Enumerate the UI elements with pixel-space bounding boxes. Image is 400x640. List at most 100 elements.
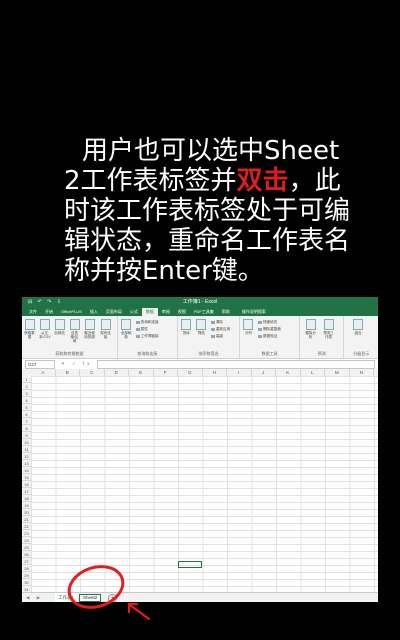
group-label: 分级显示 xyxy=(353,351,370,356)
row-header-27[interactable]: 27 xyxy=(22,558,31,565)
tab-help[interactable]: 帮助 xyxy=(218,308,234,316)
ribbon-tabs: 文件 开始 OfficePLUS 插入 页面布局 公式 数据 审阅 视图 PDF… xyxy=(22,307,378,316)
column-header-I[interactable]: I xyxy=(227,369,252,376)
row-header-29[interactable]: 29 xyxy=(22,572,31,579)
tab-view[interactable]: 视图 xyxy=(174,308,190,316)
row-header-28[interactable]: 28 xyxy=(22,565,31,572)
row-header-16[interactable]: 16 xyxy=(22,481,31,488)
row-header-17[interactable]: 17 xyxy=(22,488,31,495)
existing-connections-button[interactable]: 现有连接 xyxy=(100,319,111,339)
document-title: 工作簿1 - Excel xyxy=(182,299,218,305)
ribbon: 获取数据 从文本/CSV 自网站 自表格/区域 最近使用的源 现有连接 获取和转… xyxy=(22,316,378,359)
tab-data[interactable]: 数据 xyxy=(141,308,158,316)
formula-buttons[interactable]: ✕ ✓ fx xyxy=(61,361,93,367)
what-if-analysis-button[interactable]: 模拟分析 xyxy=(305,319,316,339)
column-header-M[interactable]: M xyxy=(325,369,350,376)
columns-icon xyxy=(243,319,254,330)
column-header-A[interactable]: A xyxy=(31,369,56,376)
workbook-links-button[interactable]: 工作簿链接 xyxy=(135,334,159,339)
column-header-G[interactable]: G xyxy=(178,369,203,376)
advanced-filter-button[interactable]: 高级 xyxy=(210,334,223,339)
name-box[interactable]: G27 xyxy=(25,359,55,369)
column-header-H[interactable]: H xyxy=(203,369,227,376)
properties-button[interactable]: 属性 xyxy=(135,327,148,332)
row-header-5[interactable]: 5 xyxy=(22,404,31,411)
tab-home[interactable]: 开始 xyxy=(41,308,57,316)
database-icon xyxy=(24,319,35,330)
group-button[interactable]: 组合 xyxy=(352,319,363,335)
selected-cell[interactable] xyxy=(178,561,202,568)
filter-button[interactable]: 筛选 xyxy=(196,319,207,335)
caption-line-2: 2工作表标签并双击，此 xyxy=(64,166,364,196)
tab-review[interactable]: 审阅 xyxy=(158,308,174,316)
group-label: 查询和连接 xyxy=(137,351,158,356)
row-header-9[interactable]: 9 xyxy=(22,432,31,439)
column-header-N[interactable]: N xyxy=(350,369,374,376)
group-outline: 组合 分级显示 xyxy=(344,316,378,358)
caption-line-5: 称并按Enter键。 xyxy=(64,256,264,286)
row-header-1[interactable]: 1 xyxy=(22,376,31,383)
group-data-tools: 分列 快速填充 删除重复值 数据验证 数据工具 xyxy=(240,316,301,358)
column-header-C[interactable]: C xyxy=(80,369,105,376)
forecast-sheet-button[interactable]: 预测工作表 xyxy=(323,319,334,339)
row-header-30[interactable]: 30 xyxy=(22,579,31,586)
cell-area[interactable] xyxy=(31,376,378,592)
row-header-7[interactable]: 7 xyxy=(22,418,31,425)
group-queries-connections: 全部刷新 查询和连接 属性 工作簿链接 查询和连接 xyxy=(118,316,178,358)
column-header-E[interactable]: E xyxy=(129,369,154,376)
row-header-13[interactable]: 13 xyxy=(22,460,31,467)
column-header-F[interactable]: F xyxy=(154,369,178,376)
sort-button[interactable]: 排序 xyxy=(181,319,192,335)
tab-insert[interactable]: 插入 xyxy=(86,308,102,316)
refresh-all-button[interactable]: 全部刷新 xyxy=(121,319,132,339)
row-header-26[interactable]: 26 xyxy=(22,551,31,558)
worksheet-grid[interactable]: ABCDEFGHIJKLMN 1 2 3 4 5 6 7 8 9 10 11 12 13 14 15 16 17… xyxy=(22,369,378,592)
row-header-25[interactable]: 25 xyxy=(22,544,31,551)
row-header-3[interactable]: 3 xyxy=(22,390,31,397)
row-header-2[interactable]: 2 xyxy=(22,383,31,390)
flash-fill-button[interactable]: 快速填充 xyxy=(257,320,277,325)
tab-page-layout[interactable]: 页面布局 xyxy=(102,308,126,316)
text-to-columns-button[interactable]: 分列 xyxy=(243,319,254,335)
column-header-K[interactable]: K xyxy=(276,369,301,376)
tab-file[interactable]: 文件 xyxy=(25,308,41,316)
row-header-11[interactable]: 11 xyxy=(22,446,31,453)
sheet-nav-buttons[interactable]: ◀ ▶ xyxy=(26,595,43,601)
row-header-20[interactable]: 20 xyxy=(22,509,31,516)
from-table-button[interactable]: 自表格/区域 xyxy=(69,319,80,343)
row-header-12[interactable]: 12 xyxy=(22,453,31,460)
formula-input[interactable] xyxy=(96,359,375,369)
tab-officeplus[interactable]: OfficePLUS xyxy=(57,308,86,316)
row-header-23[interactable]: 23 xyxy=(22,530,31,537)
what-if-icon xyxy=(305,319,316,330)
tell-me-search[interactable]: 操作说明搜索 xyxy=(238,308,270,316)
row-header-8[interactable]: 8 xyxy=(22,425,31,432)
row-header-15[interactable]: 15 xyxy=(22,474,31,481)
tab-formulas[interactable]: 公式 xyxy=(126,308,142,316)
column-header-L[interactable]: L xyxy=(301,369,325,376)
row-header-4[interactable]: 4 xyxy=(22,397,31,404)
caption-line-3: 时该工作表标签处于可编 xyxy=(64,196,351,226)
row-header-22[interactable]: 22 xyxy=(22,523,31,530)
recent-sources-button[interactable]: 最近使用的源 xyxy=(84,319,95,339)
get-data-button[interactable]: 获取数据 xyxy=(24,319,35,339)
row-header-14[interactable]: 14 xyxy=(22,467,31,474)
column-header-D[interactable]: D xyxy=(105,369,129,376)
row-header-21[interactable]: 21 xyxy=(22,516,31,523)
tab-pdf-tools[interactable]: PDF工具集 xyxy=(190,308,218,316)
row-header-10[interactable]: 10 xyxy=(22,439,31,446)
row-header-24[interactable]: 24 xyxy=(22,537,31,544)
row-header-19[interactable]: 19 xyxy=(22,502,31,509)
column-header-J[interactable]: J xyxy=(252,369,276,376)
reapply-button[interactable]: 重新应用 xyxy=(210,327,230,332)
column-header-B[interactable]: B xyxy=(56,369,80,376)
row-header-6[interactable]: 6 xyxy=(22,411,31,418)
clear-filter-button[interactable]: 清除 xyxy=(210,320,223,325)
data-validation-button[interactable]: 数据验证 xyxy=(257,334,277,339)
group-label: 排序和筛选 xyxy=(198,351,219,356)
queries-connections-button[interactable]: 查询和连接 xyxy=(135,320,159,325)
from-text-csv-button[interactable]: 从文本/CSV xyxy=(39,319,51,339)
from-web-button[interactable]: 自网站 xyxy=(54,319,65,335)
remove-duplicates-button[interactable]: 删除重复值 xyxy=(257,327,281,332)
row-header-18[interactable]: 18 xyxy=(22,495,31,502)
